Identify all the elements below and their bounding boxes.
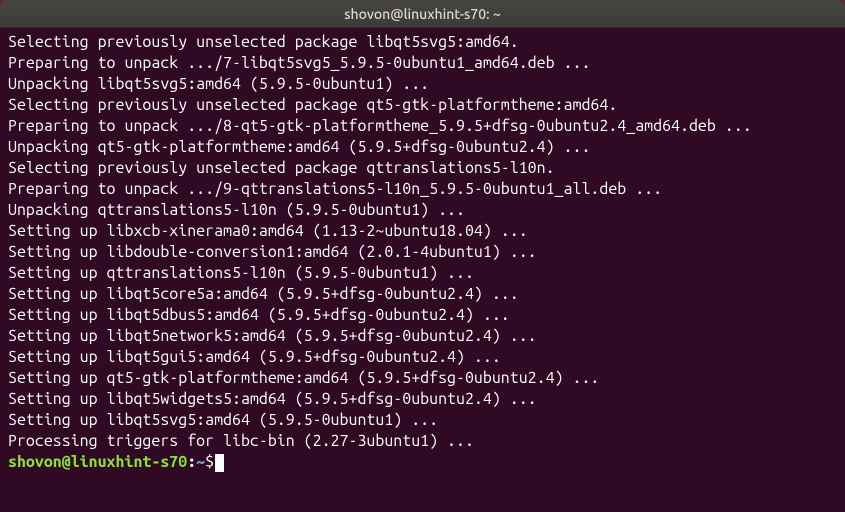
cursor [215, 454, 224, 472]
prompt-path: ~ [196, 452, 205, 473]
terminal-line: Selecting previously unselected package … [8, 32, 837, 53]
terminal-line: Selecting previously unselected package … [8, 95, 837, 116]
window-title: shovon@linuxhint-s70: ~ [344, 6, 501, 22]
terminal-line: Setting up libqt5svg5:amd64 (5.9.5-0ubun… [8, 410, 837, 431]
terminal-body[interactable]: Selecting previously unselected package … [0, 28, 845, 512]
terminal-line: Preparing to unpack .../7-libqt5svg5_5.9… [8, 53, 837, 74]
terminal-line: Unpacking qt5-gtk-platformtheme:amd64 (5… [8, 137, 837, 158]
terminal-line: Setting up libqt5core5a:amd64 (5.9.5+dfs… [8, 284, 837, 305]
terminal-line: Unpacking libqt5svg5:amd64 (5.9.5-0ubunt… [8, 74, 837, 95]
terminal-line: Setting up qttranslations5-l10n (5.9.5-0… [8, 263, 837, 284]
terminal-line: Setting up libdouble-conversion1:amd64 (… [8, 242, 837, 263]
terminal-line: Setting up libqt5widgets5:amd64 (5.9.5+d… [8, 389, 837, 410]
titlebar[interactable]: shovon@linuxhint-s70: ~ [0, 0, 845, 28]
terminal-line: Setting up libxcb-xinerama0:amd64 (1.13-… [8, 221, 837, 242]
prompt-user-host: shovon@linuxhint-s70 [8, 452, 187, 473]
terminal-line: Setting up qt5-gtk-platformtheme:amd64 (… [8, 368, 837, 389]
terminal-line: Setting up libqt5dbus5:amd64 (5.9.5+dfsg… [8, 305, 837, 326]
terminal-line: Setting up libqt5network5:amd64 (5.9.5+d… [8, 326, 837, 347]
terminal-line: Preparing to unpack .../9-qttranslations… [8, 179, 837, 200]
terminal-line: Preparing to unpack .../8-qt5-gtk-platfo… [8, 116, 837, 137]
terminal-line: Selecting previously unselected package … [8, 158, 837, 179]
prompt-symbol: $ [205, 452, 214, 473]
prompt-separator: : [187, 452, 196, 473]
terminal-line: Unpacking qttranslations5-l10n (5.9.5-0u… [8, 200, 837, 221]
prompt-line[interactable]: shovon@linuxhint-s70:~$ [8, 452, 837, 473]
terminal-line: Setting up libqt5gui5:amd64 (5.9.5+dfsg-… [8, 347, 837, 368]
terminal-window: shovon@linuxhint-s70: ~ Selecting previo… [0, 0, 845, 512]
terminal-line: Processing triggers for libc-bin (2.27-3… [8, 431, 837, 452]
